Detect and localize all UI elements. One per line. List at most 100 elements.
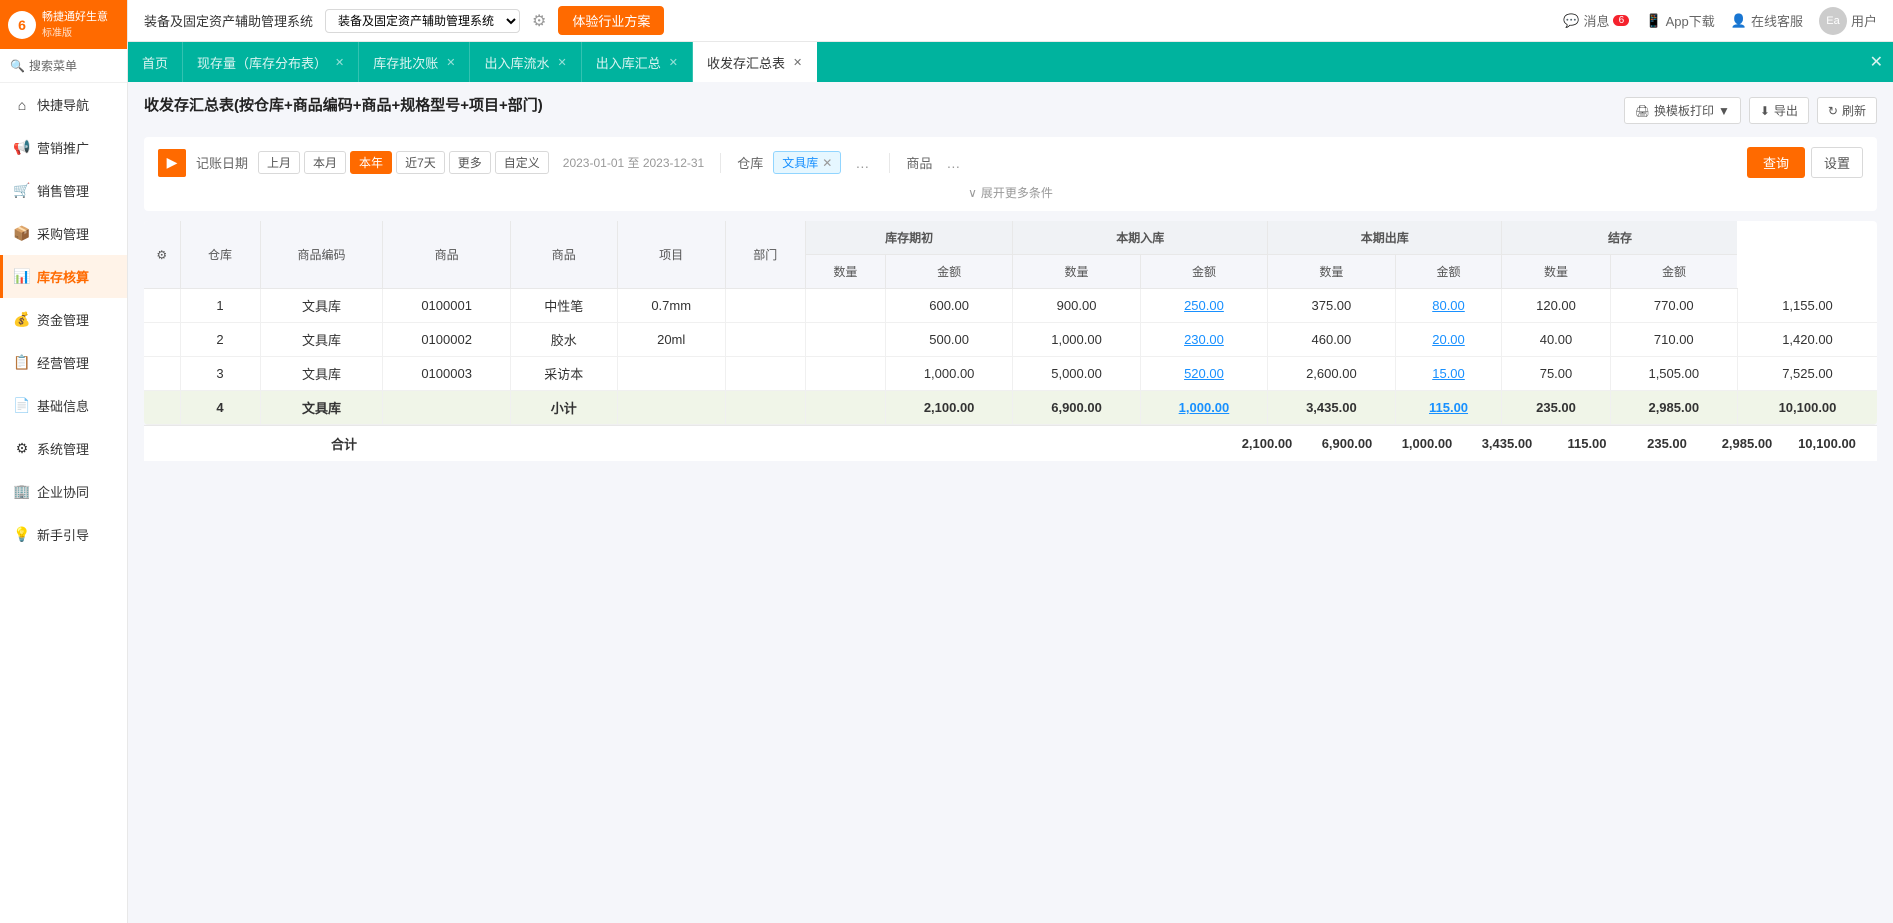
tab-close-summary[interactable]: ✕ [669,56,678,69]
sidebar-item-basic-info[interactable]: 📄 基础信息 [0,384,127,427]
sidebar-item-inventory[interactable]: 📊 库存核算 [0,255,127,298]
footer-in-amt: 3,435.00 [1467,436,1547,451]
row-department [805,391,885,425]
th-product-spec: 商品 [510,221,617,289]
column-settings-icon[interactable]: ⚙ [156,248,167,262]
tab-close-batch-ledger[interactable]: ✕ [446,56,455,69]
row-no: 1 [180,289,260,323]
th-out-qty: 数量 [1268,255,1395,289]
tab-close-flow[interactable]: ✕ [558,56,567,69]
row-out-qty[interactable]: 115.00 [1395,391,1502,425]
th-product-code: 商品编码 [260,221,383,289]
settings-filter-btn[interactable]: 设置 [1811,147,1863,178]
warehouse-dots[interactable]: … [855,155,869,171]
row-department [805,357,885,391]
sidebar-item-purchase[interactable]: 📦 采购管理 [0,212,127,255]
product-dots[interactable]: … [946,155,960,171]
row-open-amt: 6,900.00 [1013,391,1140,425]
row-product-spec [617,391,725,425]
row-product-spec: 20ml [617,323,725,357]
custom-btn[interactable]: 自定义 [495,151,549,174]
row-out-qty[interactable]: 80.00 [1395,289,1502,323]
table-row: 1文具库0100001中性笔0.7mm600.00900.00250.00375… [144,289,1877,323]
product-label: 商品 [906,153,932,172]
chevron-down-icon2: ∨ [968,186,977,200]
message-btn[interactable]: 💬 消息 6 [1563,11,1629,30]
more-btn[interactable]: 更多 [449,151,491,174]
system-select[interactable]: 装备及固定资产辅助管理系统 [325,9,520,33]
tab-home[interactable]: 首页 [128,42,183,82]
th-out-stock-group: 本期出库 [1268,221,1502,255]
row-out-amt: 40.00 [1502,323,1610,357]
row-in-qty[interactable]: 520.00 [1140,357,1267,391]
online-service-btn[interactable]: 👤 在线客服 [1731,11,1803,30]
user-btn[interactable]: Ea 用户 [1819,7,1877,35]
sidebar-item-guide[interactable]: 💡 新手引导 [0,513,127,556]
sidebar-item-marketing[interactable]: 📢 营销推广 [0,126,127,169]
row-out-qty[interactable]: 15.00 [1395,357,1502,391]
filter-expand-btn[interactable]: ▶ [158,149,186,177]
this-month-btn[interactable]: 本月 [304,151,346,174]
print-template-btn[interactable]: 🖨 换模板打印 ▼ [1624,97,1741,124]
row-in-qty[interactable]: 1,000.00 [1140,391,1267,425]
th-balance-group: 结存 [1502,221,1738,255]
cart-icon: 🛒 [13,182,31,199]
sidebar-item-business[interactable]: 📋 经营管理 [0,341,127,384]
th-bal-qty: 数量 [1502,255,1610,289]
footer-open-qty: 2,100.00 [1227,436,1307,451]
sidebar-item-system[interactable]: ⚙ 系统管理 [0,427,127,470]
th-settings[interactable]: ⚙ [144,221,180,289]
sidebar-search-area[interactable]: 🔍 搜索菜单 [0,49,127,83]
row-project [725,391,805,425]
settings-icon[interactable]: ⚙ [532,11,546,31]
search-menu-btn[interactable]: 🔍 搜索菜单 [10,57,117,74]
th-warehouse: 仓库 [180,221,260,289]
tab-summary[interactable]: 出入库汇总 ✕ [582,42,693,82]
this-year-btn[interactable]: 本年 [350,151,392,174]
warehouse-tag-close[interactable]: ✕ [822,156,832,170]
avatar: Ea [1819,7,1847,35]
sidebar-item-label: 库存核算 [37,267,89,286]
sidebar-nav: ⌂ 快捷导航 📢 营销推广 🛒 销售管理 📦 采购管理 📊 库存核算 💰 [0,83,127,923]
row-out-amt: 75.00 [1502,357,1610,391]
trial-button[interactable]: 体验行业方案 [558,6,664,35]
row-department [805,323,885,357]
tab-collection-summary[interactable]: 收发存汇总表 ✕ [693,42,817,82]
sidebar-item-sales[interactable]: 🛒 销售管理 [0,169,127,212]
warehouse-tag[interactable]: 文具库 ✕ [773,151,841,174]
query-btn[interactable]: 查询 [1747,147,1805,178]
last-7-days-btn[interactable]: 近7天 [396,151,445,174]
row-in-qty[interactable]: 250.00 [1140,289,1267,323]
page-title: 收发存汇总表(按仓库+商品编码+商品+规格型号+项目+部门) [144,94,543,115]
tab-close-collection-summary[interactable]: ✕ [793,56,802,69]
row-product-spec: 0.7mm [617,289,725,323]
row-open-qty: 2,100.00 [885,391,1012,425]
sidebar-item-finance[interactable]: 💰 资金管理 [0,298,127,341]
th-open-amt: 金额 [885,255,1012,289]
row-warehouse: 文具库 [260,357,383,391]
expand-more-row[interactable]: ∨ 展开更多条件 [158,184,1863,201]
search-icon: 🔍 [10,59,25,73]
footer-out-amt: 235.00 [1627,436,1707,451]
close-all-tabs-btn[interactable]: ✕ [1870,52,1883,72]
export-btn[interactable]: ⬇ 导出 [1749,97,1809,124]
tab-close-inventory-dist[interactable]: ✕ [335,56,344,69]
row-out-qty[interactable]: 20.00 [1395,323,1502,357]
sidebar-item-enterprise[interactable]: 🏢 企业协同 [0,470,127,513]
filter-divider [720,153,721,173]
message-label: 消息 [1583,11,1609,30]
row-open-amt: 5,000.00 [1013,357,1140,391]
tab-flow[interactable]: 出入库流水 ✕ [470,42,581,82]
tab-inventory-dist[interactable]: 现存量（库存分布表） ✕ [183,42,359,82]
row-settings [144,323,180,357]
sidebar-item-label: 系统管理 [37,439,89,458]
tab-batch-ledger[interactable]: 库存批次账 ✕ [359,42,470,82]
sidebar-item-quick-nav[interactable]: ⌂ 快捷导航 [0,83,127,126]
date-range: 2023-01-01 至 2023-12-31 [563,154,704,171]
last-month-btn[interactable]: 上月 [258,151,300,174]
th-out-amt: 金额 [1395,255,1502,289]
refresh-btn[interactable]: ↻ 刷新 [1817,97,1877,124]
th-in-qty: 数量 [1013,255,1140,289]
row-in-qty[interactable]: 230.00 [1140,323,1267,357]
app-download-btn[interactable]: 📱 App下载 [1645,11,1714,30]
